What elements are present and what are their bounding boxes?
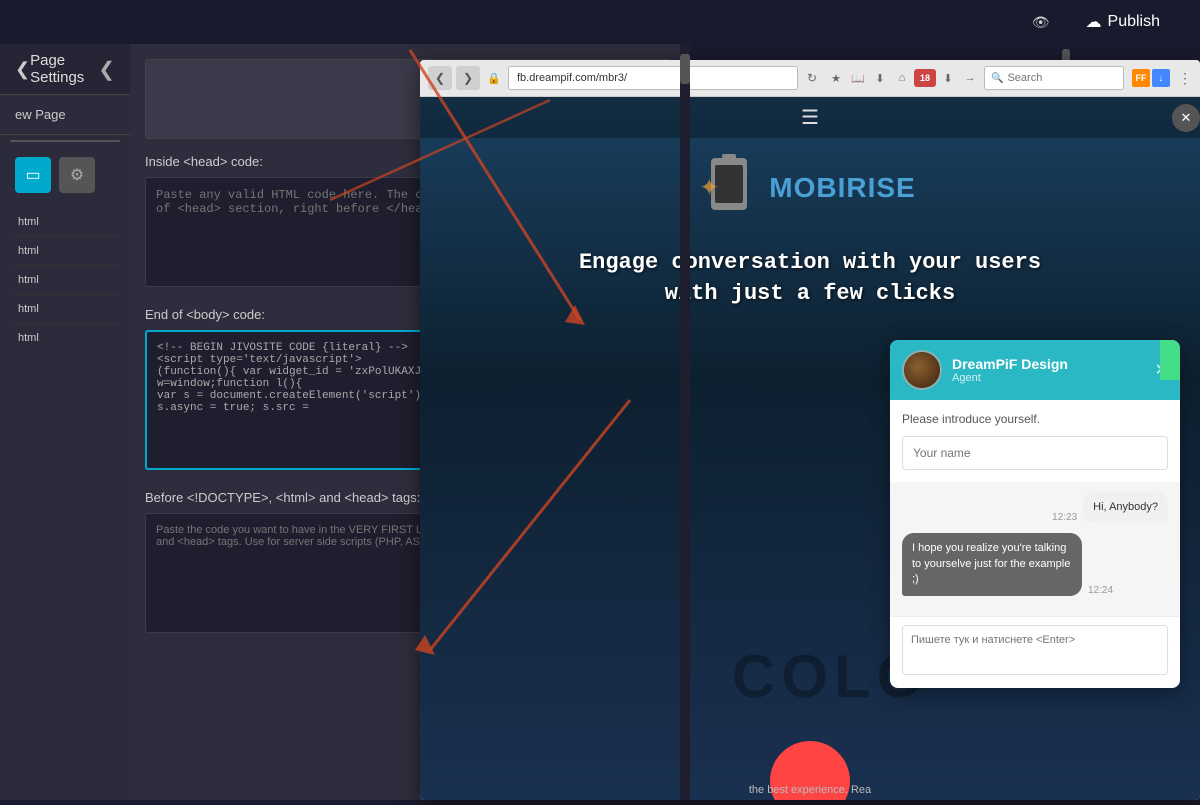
chat-header-info: DreamPiF Design Agent bbox=[952, 356, 1145, 384]
back-icon[interactable]: ❮ bbox=[15, 59, 30, 80]
browser-bookmark-icon[interactable]: ★ bbox=[826, 68, 846, 88]
chat-bubble-received: I hope you realize you're talking to you… bbox=[902, 533, 1082, 595]
browser-search-bar: 🔍 bbox=[984, 66, 1124, 90]
browser-reading-icon[interactable]: 📖 bbox=[848, 68, 868, 88]
chat-time-1: 12:23 bbox=[1052, 512, 1077, 523]
chat-body: Please introduce yourself. bbox=[890, 400, 1180, 482]
headline-line2: with just a few clicks bbox=[460, 279, 1160, 310]
website-menubar: ☰ bbox=[420, 97, 1200, 138]
chat-agent-name: DreamPiF Design bbox=[952, 356, 1145, 372]
browser-ext-icon-2[interactable]: ↓ bbox=[1152, 69, 1170, 87]
sidebar-item-html-2[interactable]: html bbox=[0, 237, 130, 265]
publish-label: Publish bbox=[1108, 13, 1160, 31]
page-settings-header: ❮ Page Settings ❮ bbox=[0, 44, 130, 95]
browser-forward-button[interactable]: ❯ bbox=[456, 66, 480, 90]
browser-icons-group: ★ 📖 ⬇ ⌂ 18 ⬇ → bbox=[826, 68, 980, 88]
preview-button[interactable]: 👁 bbox=[1016, 6, 1066, 39]
sidebar-nav: html html html html html bbox=[0, 203, 130, 800]
browser-ext-icon-1[interactable]: FF bbox=[1132, 69, 1150, 87]
bottom-text: the best experience. Rea bbox=[749, 784, 871, 796]
sidebar-item-html-5[interactable]: html bbox=[0, 324, 130, 352]
browser-ext-icons: FF ↓ bbox=[1132, 69, 1170, 87]
new-page-label: ew Page bbox=[0, 95, 130, 135]
browser-close-button[interactable]: ✕ bbox=[1172, 104, 1200, 132]
sidebar-icon-group: ▭ ⚙ bbox=[0, 147, 130, 203]
chat-messages: 12:23 Hi, Anybody? I hope you realize yo… bbox=[890, 482, 1180, 616]
chat-avatar bbox=[902, 350, 942, 390]
settings-icon-button[interactable]: ⚙ bbox=[59, 157, 95, 193]
chat-header: DreamPiF Design Agent ✕ bbox=[890, 340, 1180, 400]
chat-message-received: I hope you realize you're talking to you… bbox=[902, 533, 1168, 595]
browser-more-button[interactable]: ⋮ bbox=[1178, 70, 1192, 87]
chat-time-2: 12:24 bbox=[1088, 585, 1113, 596]
close-icon[interactable]: ❮ bbox=[98, 57, 115, 82]
browser-url-bar[interactable] bbox=[508, 66, 798, 90]
website-logo-text: MOBIRISE bbox=[769, 172, 915, 204]
browser-download-icon[interactable]: ⬇ bbox=[870, 68, 890, 88]
publish-button[interactable]: ☁ Publish bbox=[1066, 4, 1180, 40]
browser-toolbar: ❮ ❯ 🔒 ↻ ★ 📖 ⬇ ⌂ 18 ⬇ → 🔍 FF ↓ ⋮ bbox=[420, 60, 1200, 97]
headline-line1: Engage conversation with your users bbox=[460, 248, 1160, 279]
cloud-icon: ☁ bbox=[1086, 12, 1102, 32]
chat-online-indicator bbox=[1160, 340, 1180, 380]
browser-down-icon[interactable]: ⬇ bbox=[938, 68, 958, 88]
browser-back-button[interactable]: ❮ bbox=[428, 66, 452, 90]
chat-text-input[interactable] bbox=[902, 625, 1168, 675]
sidebar-item-html-3[interactable]: html bbox=[0, 266, 130, 294]
browser-search-icon: 🔍 bbox=[991, 73, 1003, 84]
page-icon-button[interactable]: ▭ bbox=[15, 157, 51, 193]
browser-home-icon[interactable]: ⌂ bbox=[892, 68, 912, 88]
chat-intro-text: Please introduce yourself. bbox=[902, 412, 1168, 426]
chat-name-input[interactable] bbox=[902, 436, 1168, 470]
chat-agent-role: Agent bbox=[952, 372, 1145, 384]
sidebar: ❮ Page Settings ❮ ew Page ▭ ⚙ html html … bbox=[0, 44, 130, 800]
sidebar-item-html-1[interactable]: html bbox=[0, 208, 130, 236]
browser-info-icon[interactable]: 🔒 bbox=[484, 68, 504, 88]
browser-arrow-icon[interactable]: → bbox=[960, 68, 980, 88]
website-logo-area: ✦ MOBIRISE bbox=[420, 138, 1200, 238]
chat-bubble-sent: Hi, Anybody? bbox=[1083, 492, 1168, 523]
chat-input-area bbox=[890, 616, 1180, 688]
top-header: 👁 ☁ Publish bbox=[0, 0, 1200, 44]
browser-reload-button[interactable]: ↻ bbox=[802, 68, 822, 88]
chat-message-sent: 12:23 Hi, Anybody? bbox=[902, 492, 1168, 523]
browser-addon-icon[interactable]: 18 bbox=[914, 69, 936, 87]
website-headline: Engage conversation with your users with… bbox=[420, 238, 1200, 320]
page-settings-title: Page Settings bbox=[30, 52, 98, 86]
website-menu-icon[interactable]: ☰ bbox=[801, 105, 819, 130]
browser-search-input[interactable] bbox=[1007, 72, 1087, 84]
chat-widget: DreamPiF Design Agent ✕ Please introduce… bbox=[890, 340, 1180, 688]
eye-icon: 👁 bbox=[1032, 14, 1050, 31]
sidebar-item-html-4[interactable]: html bbox=[0, 295, 130, 323]
